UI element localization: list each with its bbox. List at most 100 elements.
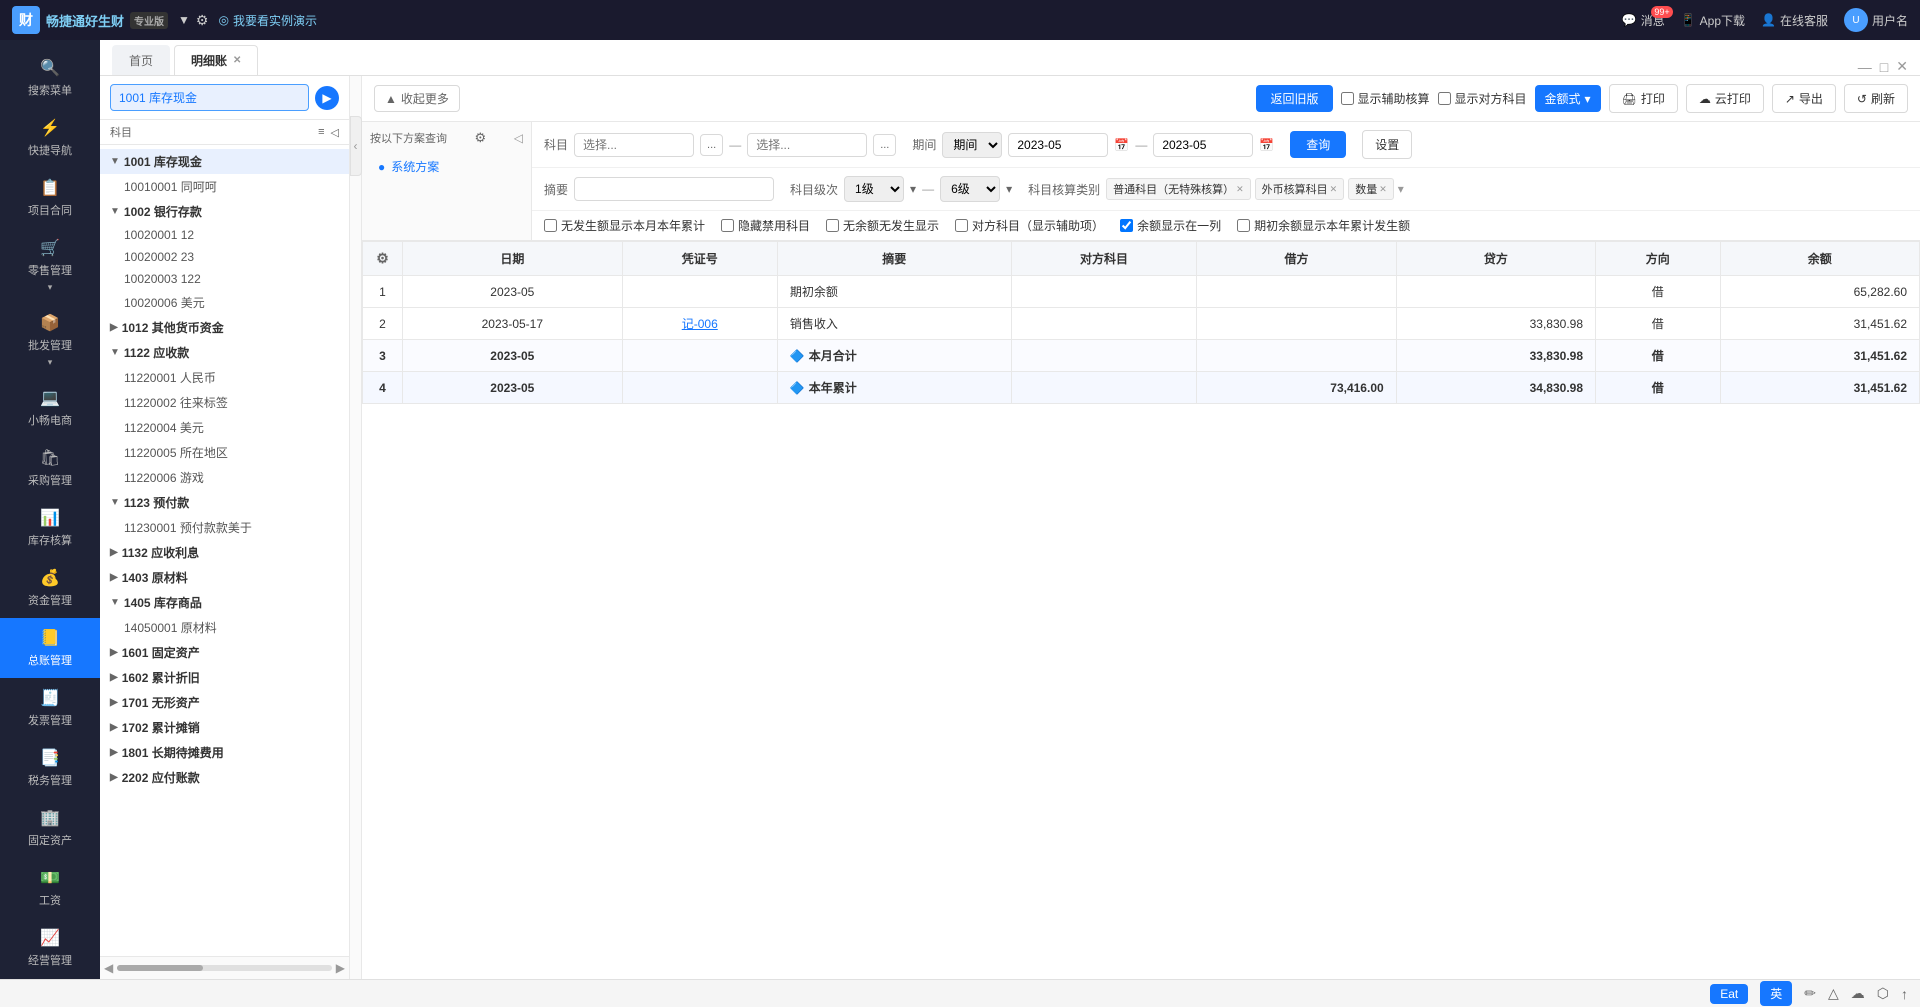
tree-list-icon[interactable]: ≡ (318, 126, 324, 139)
app-download-button[interactable]: 📱 App下载 (1681, 12, 1745, 29)
expand-more-button[interactable]: ▲ 收起更多 (374, 85, 460, 112)
sidebar-item-capital[interactable]: 💰 资金管理 (0, 558, 100, 618)
tree-node-11230001[interactable]: 11230001 预付款款美于 (100, 515, 349, 540)
type-tag-foreign[interactable]: 外币核算科目 ✕ (1255, 178, 1345, 200)
export-button[interactable]: ↗ 导出 (1772, 84, 1836, 113)
show-opposite-checkbox[interactable]: 显示对方科目 (1438, 90, 1527, 107)
tree-node-1702[interactable]: ▶ 1702 累计摊销 (100, 715, 349, 740)
tree-node-1122[interactable]: ▼ 1122 应收款 (100, 340, 349, 365)
status-cloud-icon[interactable]: ☁ (1851, 985, 1865, 1002)
type-tag-quantity[interactable]: 数量 ✕ (1348, 178, 1394, 200)
breadcrumb-item[interactable]: ▼ (178, 13, 190, 27)
account-selector[interactable]: 1001 库存现金 (110, 84, 309, 111)
show-aux-input[interactable] (1341, 92, 1354, 105)
opposite-subject-input[interactable] (955, 219, 968, 232)
tree-node-1001[interactable]: ▼ 1001 库存现金 (100, 149, 349, 174)
summary-input[interactable] (574, 177, 774, 201)
tree-node-10020006[interactable]: 10020006 美元 (100, 290, 349, 315)
sidebar-item-payroll[interactable]: 💵 工资 (0, 858, 100, 918)
sidebar-item-ecommerce[interactable]: 💻 小畅电商 (0, 378, 100, 438)
tab-close-window-icon[interactable]: ✕ (1896, 58, 1908, 75)
sidebar-item-inventory[interactable]: 📊 库存核算 (0, 498, 100, 558)
tree-node-11220001[interactable]: 11220001 人民币 (100, 365, 349, 390)
tree-node-11220004[interactable]: 11220004 美元 (100, 415, 349, 440)
no-balance-input[interactable] (826, 219, 839, 232)
tree-node-1601[interactable]: ▶ 1601 固定资产 (100, 640, 349, 665)
tree-collapse-icon[interactable]: ◁ (331, 126, 339, 139)
sidebar-item-invoice[interactable]: 🧾 发票管理 (0, 678, 100, 738)
opposite-subject-checkbox[interactable]: 对方科目（显示辅助项） (955, 217, 1104, 234)
sidebar-item-retail[interactable]: 🛒 零售管理 ▾ (0, 228, 100, 303)
sidebar-item-ledger[interactable]: 📒 总账管理 (0, 618, 100, 678)
tree-node-1405[interactable]: ▼ 1405 库存商品 (100, 590, 349, 615)
print-button[interactable]: 🖨 打印 (1609, 84, 1678, 113)
filter-collapse-icon[interactable]: ◁ (514, 131, 523, 145)
type-tag-normal-close[interactable]: ✕ (1236, 184, 1244, 195)
table-settings-icon[interactable]: ⚙ (376, 250, 389, 266)
status-hex-icon[interactable]: ⬡ (1877, 985, 1889, 1002)
period-type-select[interactable]: 期间 (942, 132, 1002, 158)
type-tag-foreign-close[interactable]: ✕ (1330, 184, 1338, 195)
tree-node-1002[interactable]: ▼ 1002 银行存款 (100, 199, 349, 224)
level-end-select[interactable]: 6级 1级 2级 3级 4级 5级 (940, 176, 1000, 202)
show-aux-checkbox[interactable]: 显示辅助核算 (1341, 90, 1430, 107)
horizontal-scrollbar[interactable] (117, 965, 332, 971)
tree-node-11220006[interactable]: 11220006 游戏 (100, 465, 349, 490)
sidebar-item-project[interactable]: 📋 项目合同 (0, 168, 100, 228)
scroll-right-icon[interactable]: ▶ (336, 961, 345, 975)
back-old-version-button[interactable]: 返回旧版 (1256, 85, 1332, 112)
tree-node-1123[interactable]: ▼ 1123 预付款 (100, 490, 349, 515)
sidebar-item-fixed-assets[interactable]: 🏢 固定资产 (0, 798, 100, 858)
subject-more-button[interactable]: ... (700, 134, 723, 156)
no-amount-input[interactable] (544, 219, 557, 232)
sidebar-item-business[interactable]: 📈 经营管理 (0, 918, 100, 978)
subject-input-start[interactable] (574, 133, 694, 157)
amount-format-button[interactable]: 金额式 ▾ (1535, 85, 1601, 112)
collapse-arrow-button[interactable]: ‹ (350, 116, 362, 176)
sidebar-item-quick-nav[interactable]: ⚡ 快捷导航 (0, 108, 100, 168)
sidebar-item-wholesale[interactable]: 📦 批发管理 ▾ (0, 303, 100, 378)
hide-disabled-checkbox[interactable]: 隐藏禁用科目 (721, 217, 810, 234)
tab-close-icon[interactable]: ✕ (233, 55, 241, 66)
hide-disabled-input[interactable] (721, 219, 734, 232)
opening-balance-input[interactable] (1237, 219, 1250, 232)
status-arrow-icon[interactable]: ↑ (1901, 986, 1908, 1002)
tab-detail-ledger[interactable]: 明细账 ✕ (174, 45, 258, 75)
tree-node-1801[interactable]: ▶ 1801 长期待摊费用 (100, 740, 349, 765)
tree-node-11220002[interactable]: 11220002 往来标签 (100, 390, 349, 415)
show-opposite-input[interactable] (1438, 92, 1451, 105)
online-service-button[interactable]: 👤 在线客服 (1761, 12, 1828, 29)
subject-more-end-button[interactable]: ... (873, 134, 896, 156)
scheme-item-system[interactable]: ● 系统方案 (370, 154, 523, 179)
tree-node-10010001[interactable]: 10010001 同呵呵 (100, 174, 349, 199)
tree-node-10020001[interactable]: 10020001 12 (100, 224, 349, 246)
scroll-left-icon[interactable]: ◀ (104, 961, 113, 975)
period-start-input[interactable] (1008, 133, 1108, 157)
refresh-button[interactable]: ↺ 刷新 (1844, 84, 1908, 113)
period-end-calendar-icon[interactable]: 📅 (1259, 138, 1274, 152)
sidebar-item-search[interactable]: 🔍 搜索菜单 (0, 48, 100, 108)
nav-arrow-button[interactable]: ▶ (315, 86, 339, 110)
tab-min-icon[interactable]: — (1858, 59, 1872, 75)
balance-in-one-input[interactable] (1120, 219, 1133, 232)
tree-node-1602[interactable]: ▶ 1602 累计折旧 (100, 665, 349, 690)
type-dropdown-icon[interactable]: ▾ (1398, 182, 1404, 196)
no-balance-checkbox[interactable]: 无余额无发生显示 (826, 217, 939, 234)
voucher-link[interactable]: 记-006 (682, 317, 718, 331)
eat-button[interactable]: Eat (1710, 984, 1748, 1004)
tree-node-2202[interactable]: ▶ 2202 应付账款 (100, 765, 349, 790)
type-tag-quantity-close[interactable]: ✕ (1379, 184, 1387, 195)
user-menu[interactable]: U 用户名 (1844, 8, 1908, 32)
filter-settings-icon[interactable]: ⚙ (475, 130, 487, 146)
cloud-print-button[interactable]: ☁ 云打印 (1686, 84, 1764, 113)
type-tag-normal[interactable]: 普通科目（无特殊核算） ✕ (1106, 178, 1251, 200)
sidebar-item-purchase[interactable]: 🛍 采购管理 (0, 438, 100, 498)
tree-node-11220005[interactable]: 11220005 所在地区 (100, 440, 349, 465)
search-button[interactable]: 查询 (1290, 131, 1346, 158)
status-edit-icon[interactable]: ✏ (1804, 985, 1816, 1002)
tab-home[interactable]: 首页 (112, 45, 170, 75)
settings-icon[interactable]: ⚙ (196, 12, 209, 29)
period-calendar-icon[interactable]: 📅 (1114, 138, 1129, 152)
opening-balance-checkbox[interactable]: 期初余额显示本年累计发生额 (1237, 217, 1410, 234)
balance-in-one-checkbox[interactable]: 余额显示在一列 (1120, 217, 1221, 234)
